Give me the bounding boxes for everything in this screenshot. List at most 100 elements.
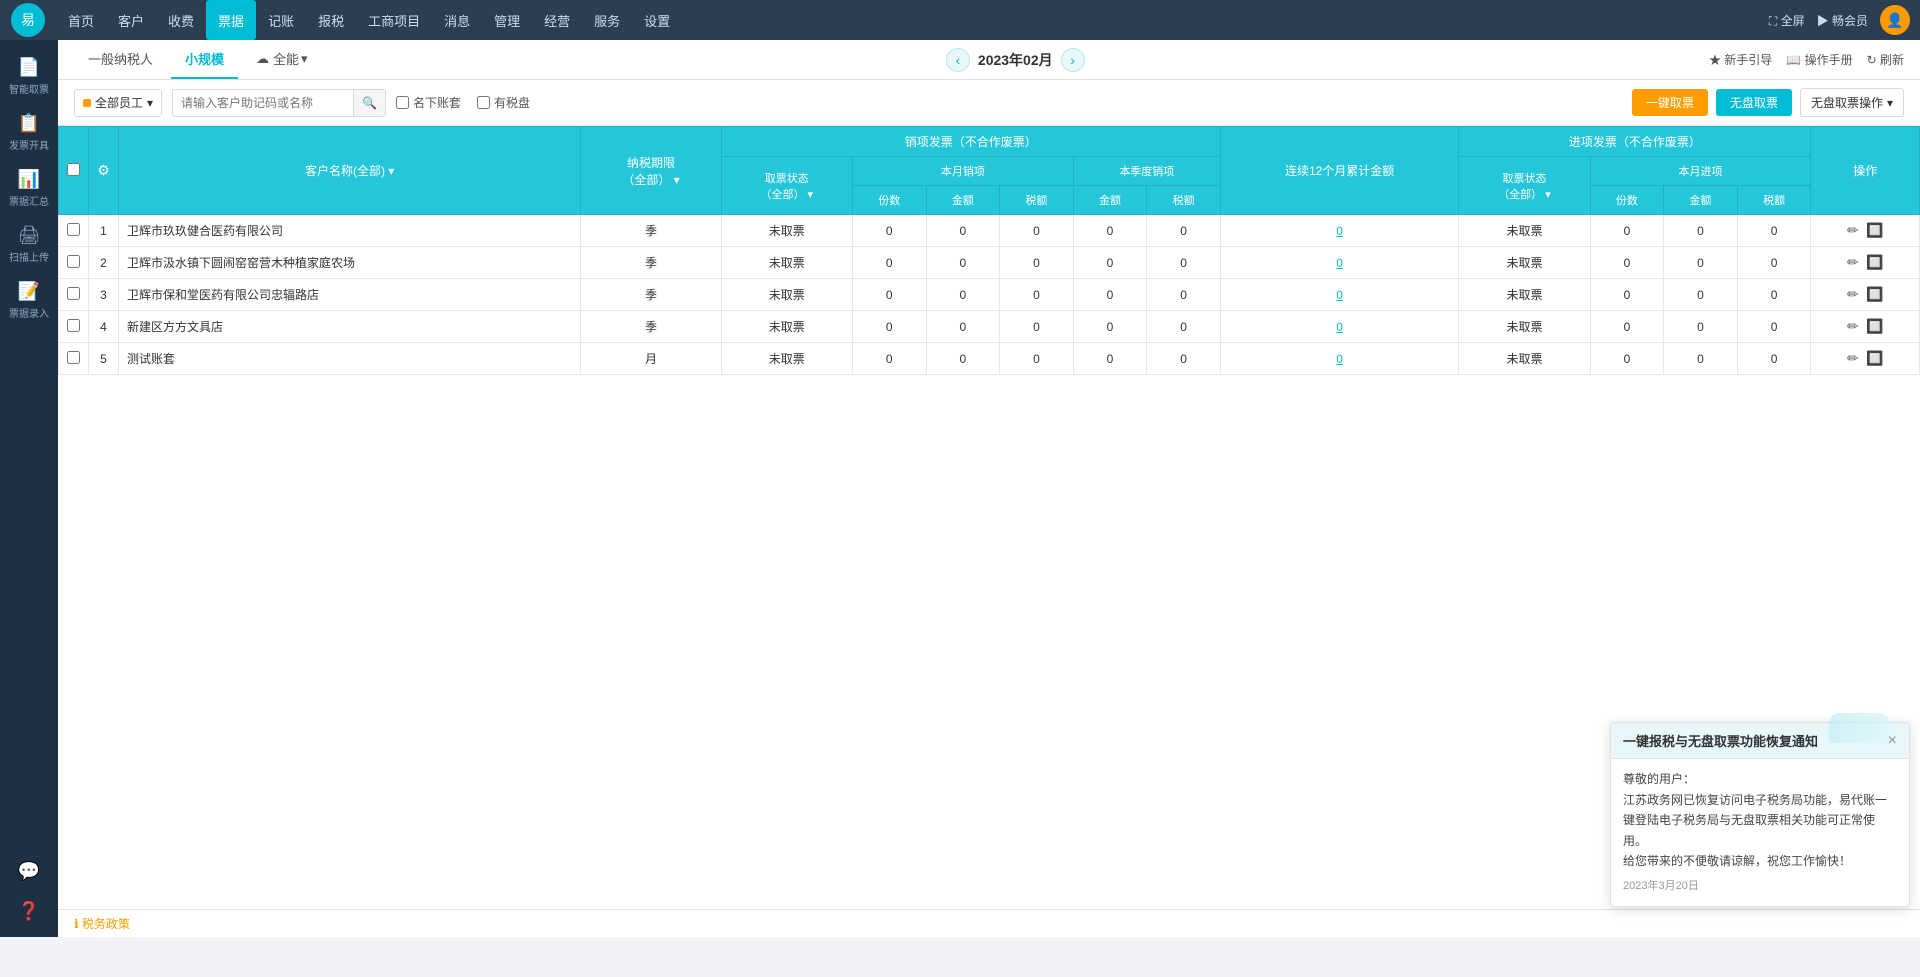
tab-all-capable[interactable]: ☁ 全能 ▾ bbox=[242, 41, 322, 79]
nav-item-工商项目[interactable]: 工商项目 bbox=[356, 0, 432, 40]
checkbox-has-tax-disk[interactable]: 有税盘 bbox=[477, 94, 530, 111]
th-checkbox bbox=[59, 127, 89, 215]
row-sales-quarter-tax-4: 0 bbox=[1147, 311, 1221, 343]
row-sales-month-amt-5: 0 bbox=[926, 343, 1000, 375]
row-consecutive12-2: 0 bbox=[1220, 247, 1458, 279]
diskless-operation-btn[interactable]: 无盘取票操作 ▾ bbox=[1800, 88, 1904, 117]
my-accounts-checkbox[interactable] bbox=[396, 96, 409, 109]
nav-item-设置[interactable]: 设置 bbox=[632, 0, 682, 40]
refresh-btn[interactable]: ↻ 刷新 bbox=[1867, 51, 1904, 68]
fullscreen-btn[interactable]: ⛶ 全屏 bbox=[1769, 12, 1805, 29]
row-name-5: 测试账套 bbox=[119, 343, 581, 375]
row-sales-quarter-tax-5: 0 bbox=[1147, 343, 1221, 375]
row-sales-month-amt-4: 0 bbox=[926, 311, 1000, 343]
th-sales-month-tax: 税额 bbox=[1000, 186, 1074, 215]
row-sales-month-qty-4: 0 bbox=[852, 311, 926, 343]
row-edit-icon-1[interactable]: ✏ bbox=[1845, 222, 1861, 238]
nav-item-服务[interactable]: 服务 bbox=[582, 0, 632, 40]
row-edit-icon-3[interactable]: ✏ bbox=[1845, 286, 1861, 302]
row-sales-quarter-tax-3: 0 bbox=[1147, 279, 1221, 311]
period-next-btn[interactable]: › bbox=[1061, 48, 1085, 72]
row-view-icon-3[interactable]: 🔲 bbox=[1864, 286, 1885, 302]
diskless-ticket-btn[interactable]: 无盘取票 bbox=[1716, 89, 1792, 116]
row-checkbox-1[interactable] bbox=[59, 215, 89, 247]
row-view-icon-1[interactable]: 🔲 bbox=[1864, 222, 1885, 238]
row-num-3: 3 bbox=[89, 279, 119, 311]
row-sales-quarter-amt-1: 0 bbox=[1073, 215, 1147, 247]
select-all-checkbox[interactable] bbox=[67, 163, 80, 176]
search-button[interactable]: 🔍 bbox=[353, 90, 385, 116]
has-tax-disk-checkbox[interactable] bbox=[477, 96, 490, 109]
nav-item-首页[interactable]: 首页 bbox=[56, 0, 106, 40]
manual-btn[interactable]: 📖 操作手册 bbox=[1786, 51, 1852, 68]
nav-item-报税[interactable]: 报税 bbox=[306, 0, 356, 40]
notif-body: 尊敬的用户：江苏政务网已恢复访问电子税务局功能，易代账一键登陆电子税务局与无盘取… bbox=[1611, 759, 1909, 906]
sidebar-item-smart-ticket[interactable]: 📄 智能取票 bbox=[3, 50, 55, 102]
row-checkbox-4[interactable] bbox=[59, 311, 89, 343]
sidebar-item-invoice-entry[interactable]: 📝 票据录入 bbox=[3, 274, 55, 326]
tab-small-scale[interactable]: 小规模 bbox=[171, 41, 238, 79]
settings-icon[interactable]: ⚙ bbox=[97, 162, 110, 178]
th-purchase-month-amt: 金额 bbox=[1664, 186, 1738, 215]
nav-item-记账[interactable]: 记账 bbox=[256, 0, 306, 40]
row-sales-month-tax-1: 0 bbox=[1000, 215, 1074, 247]
notif-decoration bbox=[1829, 713, 1889, 743]
vip-btn[interactable]: ▶ 畅会员 bbox=[1817, 12, 1868, 29]
nav-item-管理[interactable]: 管理 bbox=[482, 0, 532, 40]
sidebar-item-label-smart-ticket: 智能取票 bbox=[9, 81, 49, 96]
row-edit-icon-5[interactable]: ✏ bbox=[1845, 350, 1861, 366]
status-bar: ℹ 税务政策 bbox=[58, 909, 1920, 937]
notif-close-btn[interactable]: × bbox=[1888, 732, 1897, 750]
th-purchase-status[interactable]: 取票状态（全部） ▾ bbox=[1459, 157, 1590, 215]
nav-items: 首页客户收费票据记账报税工商项目消息管理经营服务设置 bbox=[56, 0, 1769, 40]
row-view-icon-4[interactable]: 🔲 bbox=[1864, 318, 1885, 334]
nav-item-票据[interactable]: 票据 bbox=[206, 0, 256, 40]
row-sales-month-amt-1: 0 bbox=[926, 215, 1000, 247]
row-checkbox-2[interactable] bbox=[59, 247, 89, 279]
sidebar-chat-icon[interactable]: 💬 bbox=[13, 855, 45, 887]
row-checkbox-5[interactable] bbox=[59, 343, 89, 375]
row-edit-icon-2[interactable]: ✏ bbox=[1845, 254, 1861, 270]
employee-select[interactable]: 全部员工 ▾ bbox=[74, 89, 162, 117]
sidebar-item-invoice-issue[interactable]: 📋 发票开具 bbox=[3, 106, 55, 158]
row-purchase-status-1: 未取票 bbox=[1459, 215, 1590, 247]
row-checkbox-3[interactable] bbox=[59, 279, 89, 311]
sidebar-item-invoice-summary[interactable]: 📊 票据汇总 bbox=[3, 162, 55, 214]
row-actions-1: ✏ 🔲 bbox=[1811, 215, 1920, 247]
row-actions-5: ✏ 🔲 bbox=[1811, 343, 1920, 375]
sidebar-help-icon[interactable]: ❓ bbox=[13, 895, 45, 927]
row-purchase-month-qty-1: 0 bbox=[1590, 215, 1664, 247]
row-view-icon-2[interactable]: 🔲 bbox=[1864, 254, 1885, 270]
new-guide-btn[interactable]: ★ 新手引导 bbox=[1709, 51, 1772, 68]
th-sales-status[interactable]: 取票状态（全部） ▾ bbox=[721, 157, 852, 215]
sidebar-item-label-invoice-issue: 发票开具 bbox=[9, 137, 49, 152]
search-box: 🔍 bbox=[172, 89, 386, 117]
period-prev-btn[interactable]: ‹ bbox=[946, 48, 970, 72]
logo[interactable]: 易 bbox=[10, 2, 46, 38]
tab-general-taxpayer[interactable]: 一般纳税人 bbox=[74, 41, 167, 79]
nav-item-客户[interactable]: 客户 bbox=[106, 0, 156, 40]
row-view-icon-5[interactable]: 🔲 bbox=[1864, 350, 1885, 366]
th-sales-month-qty: 份数 bbox=[852, 186, 926, 215]
one-key-ticket-btn[interactable]: 一键取票 bbox=[1632, 89, 1708, 116]
row-purchase-status-4: 未取票 bbox=[1459, 311, 1590, 343]
nav-item-经营[interactable]: 经营 bbox=[532, 0, 582, 40]
checkbox-my-accounts[interactable]: 名下账套 bbox=[396, 94, 461, 111]
row-sales-month-qty-2: 0 bbox=[852, 247, 926, 279]
row-period-2: 季 bbox=[581, 247, 721, 279]
avatar[interactable]: 👤 bbox=[1880, 5, 1910, 35]
cloud-icon: ☁ bbox=[256, 51, 269, 67]
row-purchase-month-qty-3: 0 bbox=[1590, 279, 1664, 311]
sidebar-item-scan-upload[interactable]: 🖨 扫描上传 bbox=[3, 218, 55, 270]
search-input[interactable] bbox=[173, 90, 353, 116]
th-tax-period[interactable]: 纳税期限（全部） ▾ bbox=[581, 127, 721, 215]
table-row: 2 卫辉市汲水镇下圆闹窑窑营木种植家庭农场 季 未取票 0 0 0 0 0 0 … bbox=[59, 247, 1920, 279]
tax-policy-link[interactable]: 税务政策 bbox=[82, 915, 130, 932]
toolbar-left: 全部员工 ▾ 🔍 名下账套 有税盘 bbox=[74, 89, 1622, 117]
row-edit-icon-4[interactable]: ✏ bbox=[1845, 318, 1861, 334]
nav-item-收费[interactable]: 收费 bbox=[156, 0, 206, 40]
nav-item-消息[interactable]: 消息 bbox=[432, 0, 482, 40]
sub-nav: 一般纳税人 小规模 ☁ 全能 ▾ ‹ 2023年02月 › ★ 新手引导 📖 操… bbox=[58, 40, 1920, 80]
diskless-operation-label: 无盘取票操作 bbox=[1811, 94, 1883, 111]
th-client-name[interactable]: 客户名称(全部) ▾ bbox=[119, 127, 581, 215]
